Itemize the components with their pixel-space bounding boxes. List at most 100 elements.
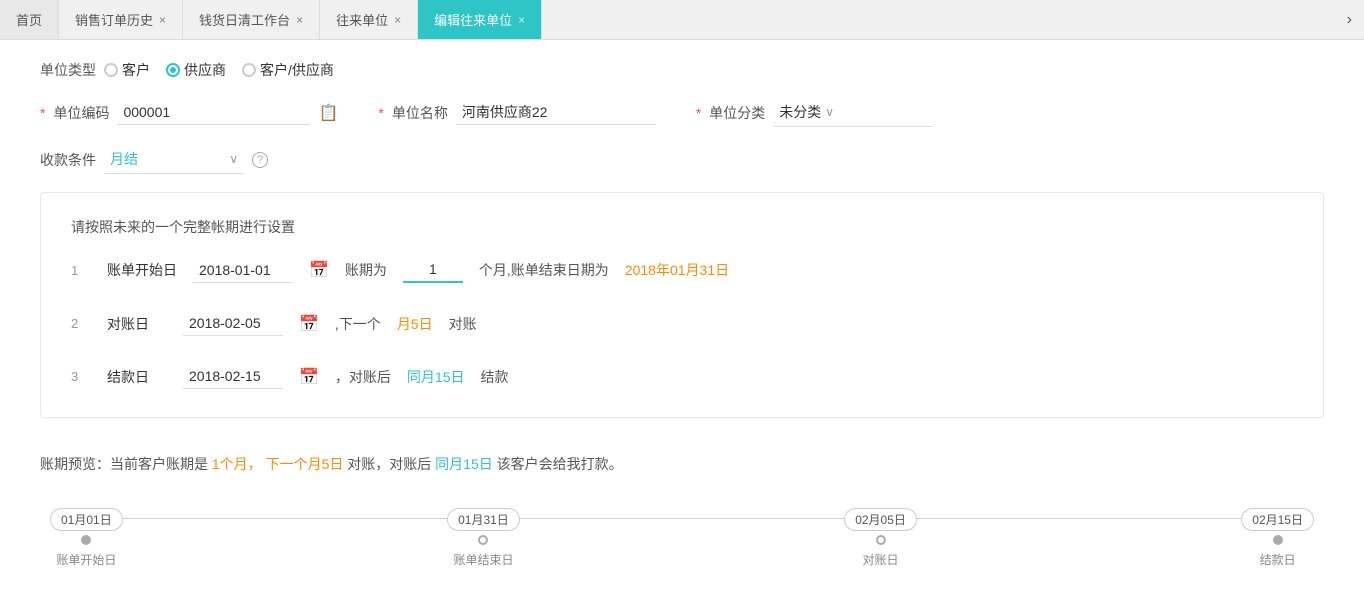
start-date-calendar-icon[interactable]: 📅 [309, 260, 329, 280]
reconcile-highlight: 月5日 [397, 314, 433, 334]
unit-type-row: 单位类型 客户 供应商 客户/供应商 [40, 60, 1324, 80]
preview-suffix: 该客户会给我打款。 [497, 456, 623, 472]
period-row-1-prefix: 账期为 [345, 260, 387, 280]
payment-date-input[interactable] [183, 364, 283, 389]
timeline-badge-1: 01月01日 [50, 508, 123, 531]
tab-partner-units-close[interactable]: × [394, 13, 401, 27]
timeline-label-4: 结款日 [1260, 551, 1296, 568]
tab-cash-workbench-label: 钱货日清工作台 [199, 10, 290, 29]
period-end-date-highlight: 2018年01月31日 [625, 260, 729, 280]
tab-sales-history[interactable]: 销售订单历史 × [59, 0, 183, 39]
payment-condition-value: 月结 [110, 149, 225, 169]
payment-condition-group: 收款条件 月结 ∨ ? [40, 145, 268, 174]
period-row-3: 3 结款日 📅 ，对账后 同月15日 结款 [71, 364, 1293, 389]
unit-name-group: * 单位名称 [378, 100, 655, 125]
period-row-1: 1 账单开始日 📅 账期为 个月,账单结束日期为 2018年01月31日 [71, 257, 1293, 283]
tab-edit-partner-close[interactable]: × [518, 13, 525, 27]
preview-part2: 下一个月5日 [266, 456, 344, 472]
timeline-dot-3 [876, 535, 886, 545]
payment-condition-arrow: ∨ [229, 152, 238, 166]
payment-date-calendar-icon[interactable]: 📅 [299, 367, 319, 387]
period-row-2-suffix: 对账 [449, 314, 477, 334]
radio-customer-label: 客户 [122, 60, 150, 80]
start-date-input[interactable] [193, 258, 293, 283]
radio-both[interactable]: 客户/供应商 [242, 60, 334, 80]
period-row-3-label: 结款日 [107, 367, 167, 387]
period-row-2: 2 对账日 📅 ,下一个 月5日 对账 [71, 311, 1293, 336]
period-settings-box: 请按照未来的一个完整帐期进行设置 1 账单开始日 📅 账期为 个月,账单结束日期… [40, 192, 1324, 418]
unit-category-label: 单位分类 [709, 103, 765, 123]
radio-supplier-circle [166, 63, 180, 77]
help-icon[interactable]: ? [252, 152, 268, 168]
period-row-2-number: 2 [71, 316, 91, 331]
reconcile-date-calendar-icon[interactable]: 📅 [299, 314, 319, 334]
radio-customer[interactable]: 客户 [104, 60, 150, 80]
timeline-wrapper: 01月01日 账单开始日 01月31日 账单结束日 02月05日 对账日 02月… [50, 498, 1314, 578]
timeline-badge-2: 01月31日 [447, 508, 520, 531]
payment-condition-label: 收款条件 [40, 150, 96, 170]
tab-sales-history-close[interactable]: × [159, 13, 166, 27]
tab-edit-partner[interactable]: 编辑往来单位 × [418, 0, 542, 39]
timeline-point-2: 01月31日 账单结束日 [447, 508, 520, 568]
unit-code-group: * 单位编码 📋 [40, 100, 338, 125]
unit-type-label: 单位类型 [40, 60, 96, 80]
radio-customer-circle [104, 63, 118, 77]
tab-cash-workbench[interactable]: 钱货日清工作台 × [183, 0, 320, 39]
timeline-dot-2 [478, 535, 488, 545]
period-row-2-label: 对账日 [107, 314, 167, 334]
period-row-1-label: 账单开始日 [107, 260, 177, 280]
period-row-3-prefix: ，对账后 [335, 367, 391, 387]
unit-info-row: * 单位编码 📋 * 单位名称 * 单位分类 未分类 ∨ [40, 98, 1324, 127]
reconcile-date-input[interactable] [183, 311, 283, 336]
tab-partner-units[interactable]: 往来单位 × [320, 0, 418, 39]
period-row-1-number: 1 [71, 263, 91, 278]
unit-name-input[interactable] [456, 100, 656, 125]
timeline-points: 01月01日 账单开始日 01月31日 账单结束日 02月05日 对账日 02月… [50, 508, 1314, 568]
period-month-input[interactable] [403, 257, 463, 283]
unit-type-group: 单位类型 客户 供应商 客户/供应商 [40, 60, 334, 80]
main-content: 单位类型 客户 供应商 客户/供应商 * 单位编码 [0, 40, 1364, 608]
period-title: 请按照未来的一个完整帐期进行设置 [71, 217, 1293, 237]
timeline-point-3: 02月05日 对账日 [844, 508, 917, 568]
unit-category-required: * [696, 105, 701, 121]
timeline-label-2: 账单结束日 [453, 551, 513, 568]
preview-middle: 对账，对账后 [347, 456, 431, 472]
timeline-point-1: 01月01日 账单开始日 [50, 508, 123, 568]
tab-partner-units-label: 往来单位 [336, 10, 388, 29]
period-row-2-prefix: ,下一个 [335, 314, 381, 334]
payment-highlight: 同月15日 [407, 367, 465, 387]
unit-category-arrow: ∨ [825, 105, 834, 119]
tab-cash-workbench-close[interactable]: × [296, 13, 303, 27]
preview-section: 账期预览：当前客户账期是 1个月， 下一个月5日 对账，对账后 同月15日 该客… [40, 438, 1324, 498]
unit-name-required: * [378, 105, 383, 121]
tab-edit-partner-label: 编辑往来单位 [434, 10, 512, 29]
unit-code-label: 单位编码 [53, 103, 109, 123]
tab-sales-history-label: 销售订单历史 [75, 10, 153, 29]
unit-code-input[interactable] [117, 100, 310, 125]
tab-bar: 首页 销售订单历史 × 钱货日清工作台 × 往来单位 × 编辑往来单位 × › [0, 0, 1364, 40]
unit-category-value: 未分类 [779, 102, 821, 122]
timeline-badge-3: 02月05日 [844, 508, 917, 531]
timeline-label-1: 账单开始日 [56, 551, 116, 568]
radio-supplier[interactable]: 供应商 [166, 60, 226, 80]
preview-prefix: 账期预览：当前客户账期是 [40, 456, 208, 472]
timeline-dot-1 [81, 535, 91, 545]
timeline-dot-4 [1273, 535, 1283, 545]
unit-code-calendar-icon[interactable]: 📋 [318, 103, 338, 123]
tab-home[interactable]: 首页 [0, 0, 59, 39]
period-row-1-suffix: 个月,账单结束日期为 [479, 260, 609, 280]
unit-code-required: * [40, 105, 45, 121]
payment-condition-row: 收款条件 月结 ∨ ? [40, 145, 1324, 174]
radio-supplier-label: 供应商 [184, 60, 226, 80]
radio-both-label: 客户/供应商 [260, 60, 334, 80]
tab-home-label: 首页 [16, 10, 42, 29]
timeline-label-3: 对账日 [863, 551, 899, 568]
period-row-3-suffix: 结款 [481, 367, 509, 387]
unit-category-dropdown[interactable]: 未分类 ∨ [773, 98, 933, 127]
timeline-point-4: 02月15日 结款日 [1241, 508, 1314, 568]
timeline-badge-4: 02月15日 [1241, 508, 1314, 531]
preview-part3: 同月15日 [435, 456, 493, 472]
period-row-3-number: 3 [71, 369, 91, 384]
tab-more-button[interactable]: › [1335, 0, 1364, 39]
payment-condition-dropdown[interactable]: 月结 ∨ [104, 145, 244, 174]
